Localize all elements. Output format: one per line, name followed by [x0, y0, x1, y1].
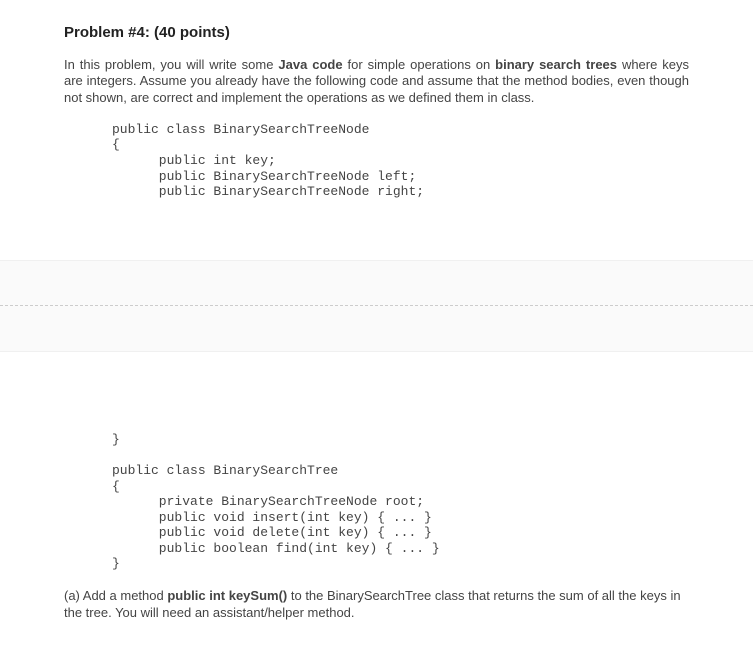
- part-a-label: (a) Add a method: [64, 588, 167, 603]
- page-content-top: Problem #4: (40 points) In this problem,…: [0, 0, 753, 200]
- intro-text-1: In this problem, you will write some: [64, 57, 278, 72]
- intro-bold-javacode: Java code: [278, 57, 342, 72]
- problem-title: Problem #4: (40 points): [64, 24, 689, 41]
- intro-text-2: for simple operations on: [343, 57, 496, 72]
- code-block-node-class: public class BinarySearchTreeNode { publ…: [112, 122, 689, 200]
- part-a-method: public int keySum(): [167, 588, 287, 603]
- problem-intro: In this problem, you will write some Jav…: [64, 57, 689, 106]
- intro-bold-bst: binary search trees: [495, 57, 617, 72]
- page-break-dashed-line: [0, 305, 753, 306]
- spacer-above-band: [0, 200, 753, 260]
- code-block-tree-class: } public class BinarySearchTree { privat…: [112, 432, 689, 572]
- page-break-band: [0, 260, 753, 352]
- part-a: (a) Add a method public int keySum() to …: [64, 588, 689, 622]
- page-content-bottom: } public class BinarySearchTree { privat…: [0, 432, 753, 622]
- spacer-below-band: [0, 352, 753, 432]
